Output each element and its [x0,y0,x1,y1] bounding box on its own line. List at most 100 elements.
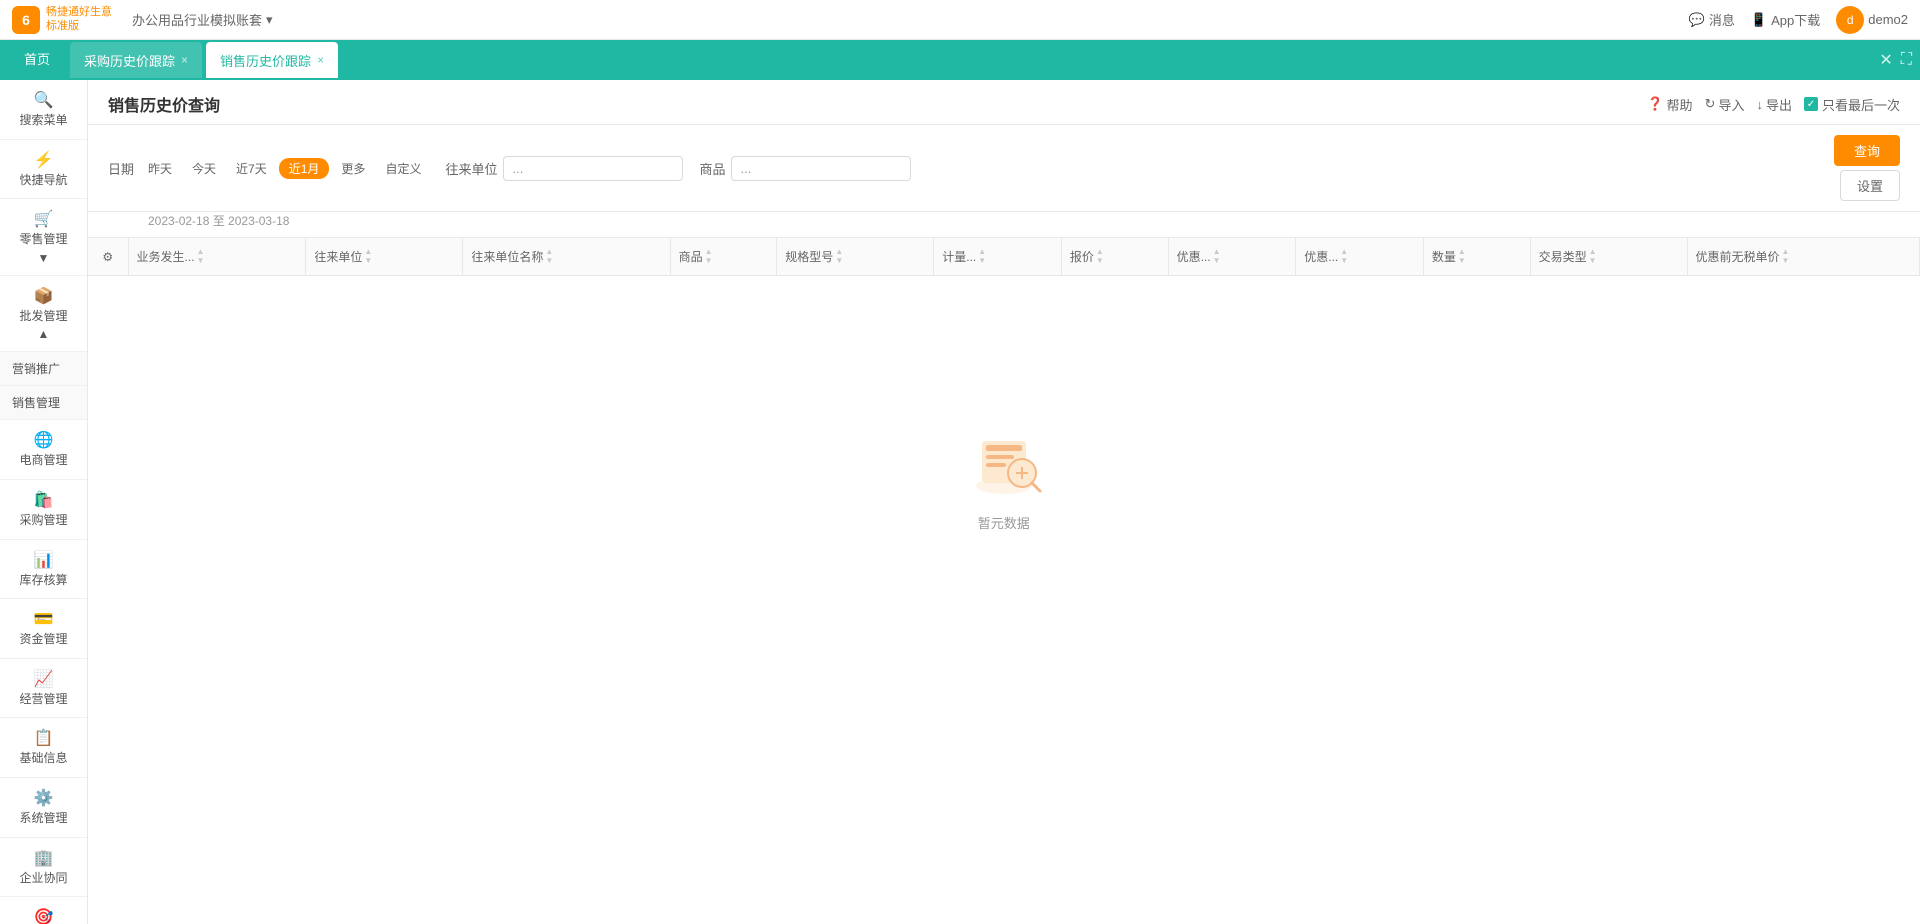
partner-input[interactable]: ... [503,156,683,181]
table-header-biz-date[interactable]: 业务发生... ▲▼ [128,238,306,276]
partner-filter: 往来单位 ... [445,156,683,181]
tab-sales-close[interactable]: × [317,53,324,67]
inventory-icon: 📊 [34,550,54,570]
query-button[interactable]: 查询 [1834,135,1900,166]
sidebar-item-wholesale[interactable]: 📦 批发管理 ▲ [0,276,87,353]
avatar-initial: d [1847,13,1854,27]
wholesale-icon: 📦 [34,286,54,306]
date-filter-label: 日期 [108,159,134,178]
table-header-qty[interactable]: 数量 ▲▼ [1423,238,1530,276]
table-header-unit[interactable]: 计量... ▲▼ [934,238,1062,276]
partner-label: 往来单位 [445,159,497,178]
tab-sales-history[interactable]: 销售历史价跟踪 × [206,42,338,78]
table-header-discount1[interactable]: 优惠... ▲▼ [1168,238,1296,276]
export-icon: ↓ [1756,97,1763,112]
sidebar-item-system-label: 系统管理 [19,811,67,827]
col-partner-name-label: 往来单位名称 [471,248,543,265]
sidebar-item-purchase[interactable]: 🛍️ 采购管理 [0,480,87,540]
tab-purchase-history[interactable]: 采购历史价跟踪 × [70,42,202,78]
col-no-tax-price-label: 优惠前无税单价 [1696,248,1780,265]
app-title-selector[interactable]: 办公用品行业模拟账套 ▾ [132,10,273,29]
sidebar-item-retail[interactable]: 🛒 零售管理 ▼ [0,199,87,276]
main-layout: 🔍 搜索菜单 ⚡ 快捷导航 🛒 零售管理 ▼ 📦 批发管理 ▲ 营销推广 销售管… [0,80,1920,924]
sidebar-item-guide[interactable]: 🎯 新手引导 [0,897,87,924]
sidebar-sub-item-sales[interactable]: 销售管理 [0,386,87,420]
table-header-no-tax-price[interactable]: 优惠前无税单价 ▲▼ [1687,238,1919,276]
page-title: 销售历史价查询 [108,92,220,116]
sidebar-item-finance[interactable]: 💳 资金管理 [0,599,87,659]
date-btn-more[interactable]: 更多 [333,158,373,179]
purchase-icon: 🛍️ [34,490,54,510]
setting-button[interactable]: 设置 [1840,170,1900,201]
sidebar-item-quick[interactable]: ⚡ 快捷导航 [0,140,87,200]
sort-partner-code-icon: ▲▼ [364,248,372,265]
page-header: 销售历史价查询 ❓ 帮助 ↻ 导入 ↓ 导出 ✓ 只看最后一次 [88,80,1920,125]
col-goods-label: 商品 [679,248,703,265]
gear-icon: ⚙ [102,250,113,264]
sidebar-sub-item-marketing[interactable]: 营销推广 [0,352,87,386]
sidebar-item-inventory[interactable]: 📊 库存核算 [0,540,87,600]
sort-no-tax-price-icon: ▲▼ [1782,248,1790,265]
sort-spec-icon: ▲▼ [835,248,843,265]
sort-partner-name-icon: ▲▼ [545,248,553,265]
operation-icon: 📈 [34,669,54,689]
tab-bar-actions: ✕ ⛶ [1879,50,1912,70]
table-header-partner-code[interactable]: 往来单位 ▲▼ [306,238,463,276]
sidebar-item-purchase-label: 采购管理 [19,513,67,529]
empty-text: 暂元数据 [978,513,1030,532]
help-label: 帮助 [1667,95,1693,114]
goods-placeholder: ... [740,161,751,176]
sidebar-item-quick-label: 快捷导航 [19,173,67,189]
col-biz-date-label: 业务发生... [137,248,195,265]
guide-icon: 🎯 [34,907,54,924]
date-btn-yesterday[interactable]: 昨天 [140,158,180,179]
table-header-discount2[interactable]: 优惠... ▲▼ [1296,238,1424,276]
ecom-icon: 🌐 [34,430,54,450]
col-unit-label: 计量... [942,248,976,265]
table-header-gear[interactable]: ⚙ [88,238,128,276]
sidebar-item-search[interactable]: 🔍 搜索菜单 [0,80,87,140]
sort-discount1-icon: ▲▼ [1213,248,1221,265]
sidebar-item-wholesale-label: 批发管理 [19,309,67,325]
sidebar-item-enterprise[interactable]: 🏢 企业协同 [0,838,87,898]
search-icon: 🔍 [34,90,54,110]
app-download-button[interactable]: 📱 App下载 [1751,10,1820,29]
table-header-deal-type[interactable]: 交易类型 ▲▼ [1530,238,1687,276]
sidebar-item-system[interactable]: ⚙️ 系统管理 [0,778,87,838]
date-btn-custom[interactable]: 自定义 [377,158,429,179]
table-header-goods[interactable]: 商品 ▲▼ [670,238,777,276]
date-btn-today[interactable]: 今天 [184,158,224,179]
maximize-icon[interactable]: ⛶ [1901,51,1912,69]
logo-text: 畅捷通好生意 标准版 [46,6,112,32]
sidebar-item-basic[interactable]: 📋 基础信息 [0,718,87,778]
sidebar-item-ecom[interactable]: 🌐 电商管理 [0,420,87,480]
col-partner-code-label: 往来单位 [314,248,362,265]
sidebar-item-operation[interactable]: 📈 经营管理 [0,659,87,719]
message-label: 消息 [1709,10,1735,29]
tab-home[interactable]: 首页 [8,40,66,80]
table-header-partner-name[interactable]: 往来单位名称 ▲▼ [463,238,670,276]
export-label: 导出 [1766,95,1792,114]
chevron-down-icon: ▾ [266,12,273,28]
date-btn-1month[interactable]: 近1月 [279,158,330,179]
user-area[interactable]: d demo2 [1836,6,1908,34]
import-button[interactable]: ↻ 导入 [1705,95,1745,114]
tab-purchase-close[interactable]: × [181,53,188,67]
data-table: ⚙ 业务发生... ▲▼ 往来单位 [88,238,1920,676]
sidebar: 🔍 搜索菜单 ⚡ 快捷导航 🛒 零售管理 ▼ 📦 批发管理 ▲ 营销推广 销售管… [0,80,88,924]
close-window-icon[interactable]: ✕ [1879,50,1892,70]
goods-input[interactable]: ... [731,156,911,181]
help-icon: ❓ [1647,96,1663,112]
help-button[interactable]: ❓ 帮助 [1647,95,1692,114]
table-header-spec[interactable]: 规格型号 ▲▼ [777,238,934,276]
retail-arrow-icon: ▼ [38,251,50,265]
table-header-price[interactable]: 报价 ▲▼ [1061,238,1168,276]
only-last-checkbox[interactable]: ✓ 只看最后一次 [1804,95,1900,114]
tab-bar: 首页 采购历史价跟踪 × 销售历史价跟踪 × ✕ ⛶ [0,40,1920,80]
sort-discount2-icon: ▲▼ [1340,248,1348,265]
date-btn-7days[interactable]: 近7天 [228,158,275,179]
message-button[interactable]: 💬 消息 [1689,10,1735,29]
username: demo2 [1868,12,1908,27]
goods-filter: 商品 ... [699,156,911,181]
export-button[interactable]: ↓ 导出 [1756,95,1792,114]
